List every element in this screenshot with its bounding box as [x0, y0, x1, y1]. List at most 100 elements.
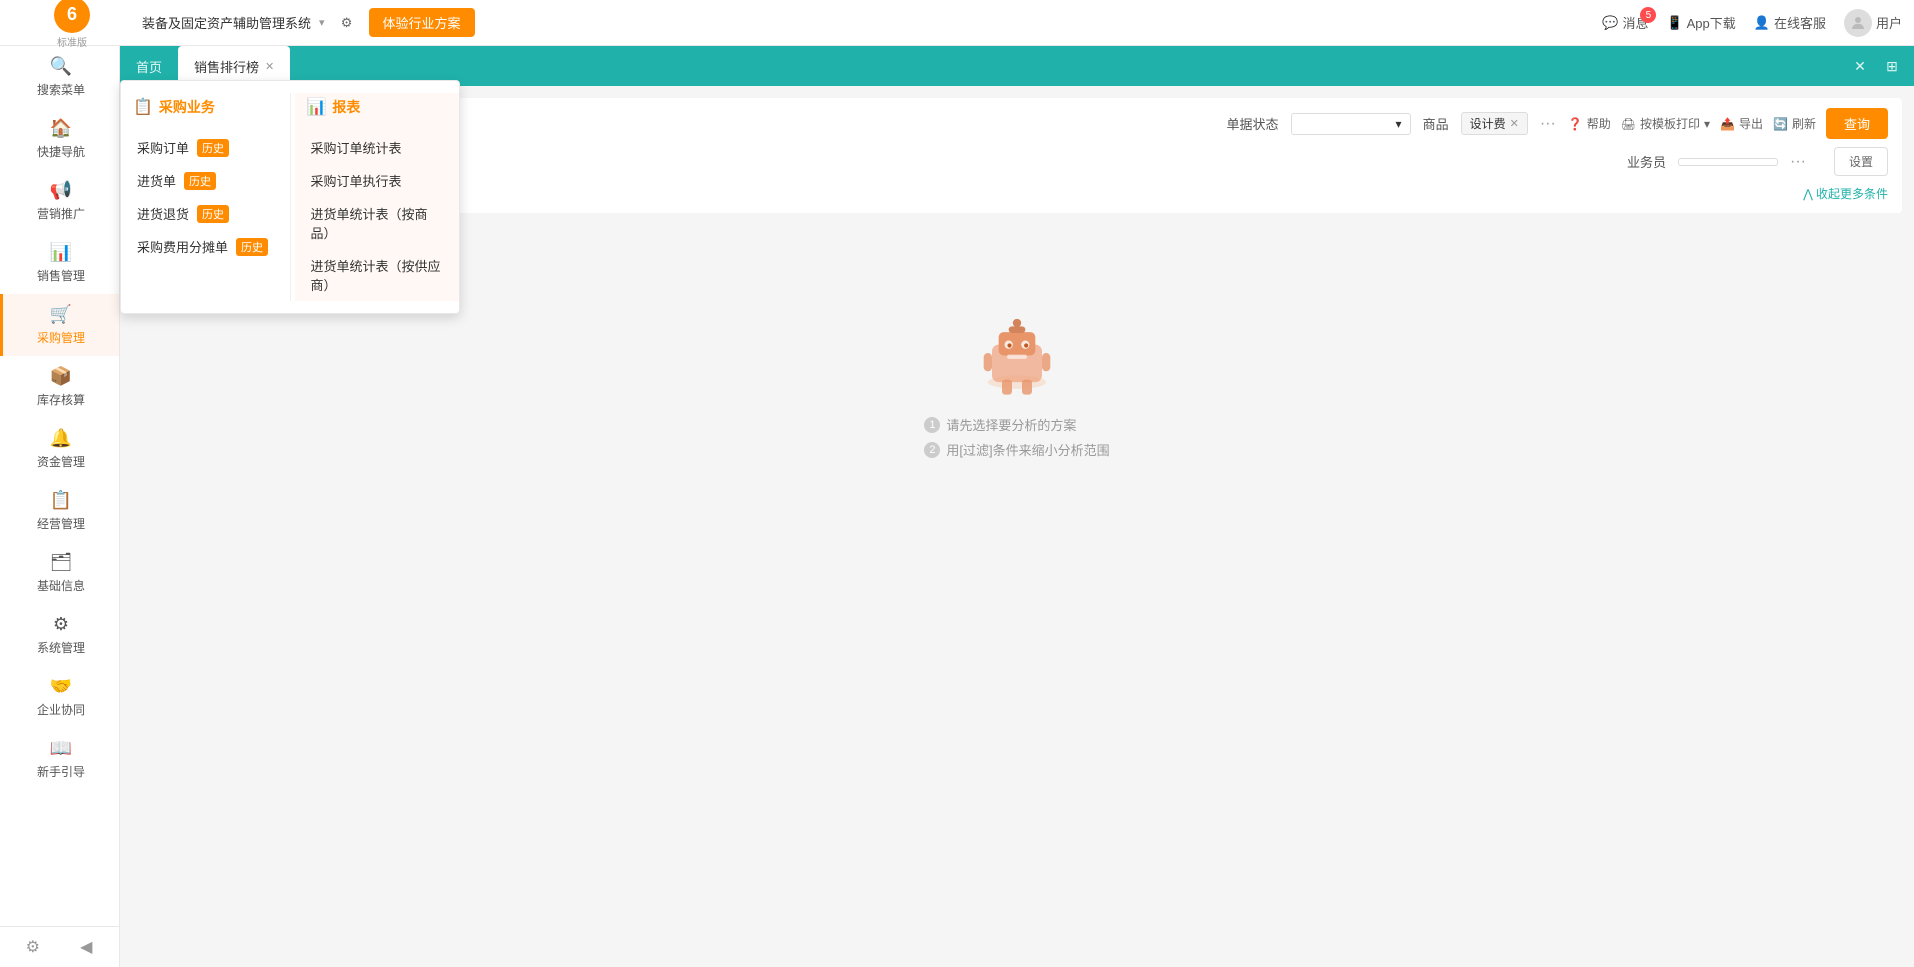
refresh-label: 刷新 [1792, 115, 1816, 132]
history-badge-0: 历史 [197, 139, 229, 157]
dropdown-item-purchase-return[interactable]: 进货退货 历史 [133, 197, 274, 230]
query-btn[interactable]: 查询 [1826, 108, 1888, 139]
goods-tag-close[interactable]: ✕ [1510, 117, 1519, 130]
salesperson-more-btn[interactable]: ··· [1790, 153, 1806, 171]
sidebar-label-enterprise: 企业协同 [37, 701, 85, 718]
sidebar-label-basic: 基础信息 [37, 577, 85, 594]
sidebar-label-quick-nav: 快捷导航 [37, 143, 85, 160]
report-item-2-label: 进货单统计表（按商品） [311, 204, 444, 242]
collapse-btn[interactable]: ⋀ 收起更多条件 [1803, 185, 1888, 202]
marketing-icon: 📢 [50, 180, 72, 201]
message-icon: 💬 [1602, 15, 1618, 31]
sidebar-item-purchase-mgmt[interactable]: 🛒 采购管理 [0, 294, 119, 356]
purchase-icon: 🛒 [50, 304, 72, 325]
sidebar-label-purchase: 采购管理 [37, 329, 85, 346]
purchase-cost-label: 采购费用分摊单 [137, 237, 228, 256]
sidebar-label-inventory: 库存核算 [37, 391, 85, 408]
help-label: 帮助 [1587, 115, 1611, 132]
refresh-icon: 🔄 [1773, 117, 1788, 131]
message-btn[interactable]: 💬 消息 5 [1602, 13, 1648, 32]
sidebar-item-basic[interactable]: 🗂 基础信息 [0, 542, 119, 604]
salesperson-select[interactable] [1678, 158, 1778, 166]
sidebar-item-capital[interactable]: 🔔 资金管理 [0, 418, 119, 480]
user-label: 用户 [1876, 13, 1902, 32]
empty-tip-1: 1 请先选择要分析的方案 [924, 415, 1109, 434]
system-title: 装备及固定资产辅助管理系统 [142, 13, 311, 32]
export-label: 导出 [1739, 115, 1763, 132]
dropdown-item-report-3[interactable]: 进货单统计表（按供应商） [307, 249, 448, 301]
top-header: 6 标准版 装备及固定资产辅助管理系统 ▾ ⚙ 体验行业方案 💬 消息 5 📱 … [0, 0, 1914, 46]
dropdown-item-purchase-in[interactable]: 进货单 历史 [133, 164, 274, 197]
tip-num-2: 2 [924, 442, 940, 458]
sales-icon: 📊 [50, 242, 72, 263]
sidebar-item-quick-nav[interactable]: 🏠 快捷导航 [0, 108, 119, 170]
inventory-icon: 📦 [50, 366, 72, 387]
sidebar-collapse-btn[interactable]: ◀ [64, 937, 110, 957]
header-right: 💬 消息 5 📱 App下载 👤 在线客服 用户 [1602, 9, 1902, 37]
industry-btn[interactable]: 体验行业方案 [369, 8, 475, 37]
help-btn[interactable]: ❓ 帮助 [1568, 115, 1611, 132]
sidebar-item-marketing[interactable]: 📢 营销推广 [0, 170, 119, 232]
sidebar-settings-btn[interactable]: ⚙ [10, 937, 56, 957]
sidebar-item-inventory[interactable]: 📦 库存核算 [0, 356, 119, 418]
purchase-title-label: 采购业务 [159, 97, 215, 117]
purchase-in-label: 进货单 [137, 171, 176, 190]
user-area[interactable]: 用户 [1844, 9, 1902, 37]
sidebar-item-search-menu[interactable]: 🔍 搜索菜单 [0, 46, 119, 108]
sidebar: 🔍 搜索菜单 🏠 快捷导航 📢 营销推广 📊 销售管理 🛒 采购管理 📦 库存核… [0, 46, 120, 967]
dropdown-col-report: 📊 报表 采购订单统计表 采购订单执行表 进货单统计表（按商品） 进货单统计表（… [295, 93, 460, 301]
set-btn[interactable]: 设置 [1834, 147, 1888, 176]
tip-text-2: 用[过滤]条件来缩小分析范围 [946, 440, 1109, 459]
tab-close-icon[interactable]: ✕ [265, 60, 274, 73]
online-service-label: 在线客服 [1774, 13, 1826, 32]
goods-tag-value: 设计费 [1470, 115, 1506, 132]
ops-icon: 📋 [50, 490, 72, 511]
empty-tips: 1 请先选择要分析的方案 2 用[过滤]条件来缩小分析范围 [924, 415, 1109, 459]
report-item-3-label: 进货单统计表（按供应商） [311, 256, 444, 294]
sidebar-item-ops[interactable]: 📋 经营管理 [0, 480, 119, 542]
settings-icon-btn[interactable]: ⚙ [333, 9, 361, 37]
message-badge: 5 [1640, 7, 1656, 23]
dropdown-item-purchase-cost[interactable]: 采购费用分摊单 历史 [133, 230, 274, 263]
print-arrow-icon: ▾ [1704, 117, 1710, 131]
report-title-icon: 📊 [307, 97, 327, 117]
print-btn[interactable]: 🖨 按模板打印 ▾ [1621, 115, 1710, 132]
online-service-btn[interactable]: 👤 在线客服 [1754, 13, 1826, 32]
dropdown-menu: 📋 采购业务 采购订单 历史 进货单 历史 进货退货 历史 [120, 80, 460, 314]
salesperson-label: 业务员 [1627, 152, 1666, 171]
dropdown-col-purchase: 📋 采购业务 采购订单 历史 进货单 历史 进货退货 历史 [121, 93, 286, 301]
report-item-0-label: 采购订单统计表 [311, 138, 402, 157]
enterprise-icon: 🤝 [50, 676, 72, 697]
search-icon: 🔍 [50, 56, 72, 77]
tip-num-1: 1 [924, 417, 940, 433]
refresh-btn[interactable]: 🔄 刷新 [1773, 115, 1816, 132]
purchase-order-label: 采购订单 [137, 138, 189, 157]
print-icon: 🖨 [1621, 117, 1636, 131]
dropdown-item-report-1[interactable]: 采购订单执行表 [307, 164, 448, 197]
phone-icon: 📱 [1666, 15, 1682, 31]
help-icon: ❓ [1568, 117, 1583, 131]
sidebar-label-newbie: 新手引导 [37, 763, 85, 780]
tab-maximize-btn[interactable]: ⊞ [1878, 52, 1906, 80]
dropdown-arrow-icon: ▾ [1396, 117, 1402, 131]
dropdown-item-report-2[interactable]: 进货单统计表（按商品） [307, 197, 448, 249]
logo-area: 6 标准版 [12, 0, 132, 49]
sidebar-item-system[interactable]: ⚙ 系统管理 [0, 604, 119, 666]
app-download-btn[interactable]: 📱 App下载 [1666, 13, 1735, 32]
collapse-icon: ⋀ [1803, 187, 1813, 201]
export-btn[interactable]: 📤 导出 [1720, 115, 1763, 132]
sidebar-label-system: 系统管理 [37, 639, 85, 656]
doc-status-select[interactable]: ▾ [1291, 113, 1411, 135]
tab-close-window-btn[interactable]: ✕ [1846, 52, 1874, 80]
dropdown-cols: 📋 采购业务 采购订单 历史 进货单 历史 进货退货 历史 [121, 93, 459, 301]
sidebar-item-newbie[interactable]: 📖 新手引导 [0, 728, 119, 790]
goods-more-btn[interactable]: ··· [1540, 115, 1556, 133]
empty-tip-2: 2 用[过滤]条件来缩小分析范围 [924, 440, 1109, 459]
tab-sales-rank-label: 销售排行榜 [194, 57, 259, 76]
home-icon: 🏠 [50, 118, 72, 139]
sidebar-item-sales-mgmt[interactable]: 📊 销售管理 [0, 232, 119, 294]
sidebar-item-enterprise[interactable]: 🤝 企业协同 [0, 666, 119, 728]
export-icon: 📤 [1720, 117, 1735, 131]
dropdown-item-purchase-order[interactable]: 采购订单 历史 [133, 131, 274, 164]
dropdown-item-report-0[interactable]: 采购订单统计表 [307, 131, 448, 164]
